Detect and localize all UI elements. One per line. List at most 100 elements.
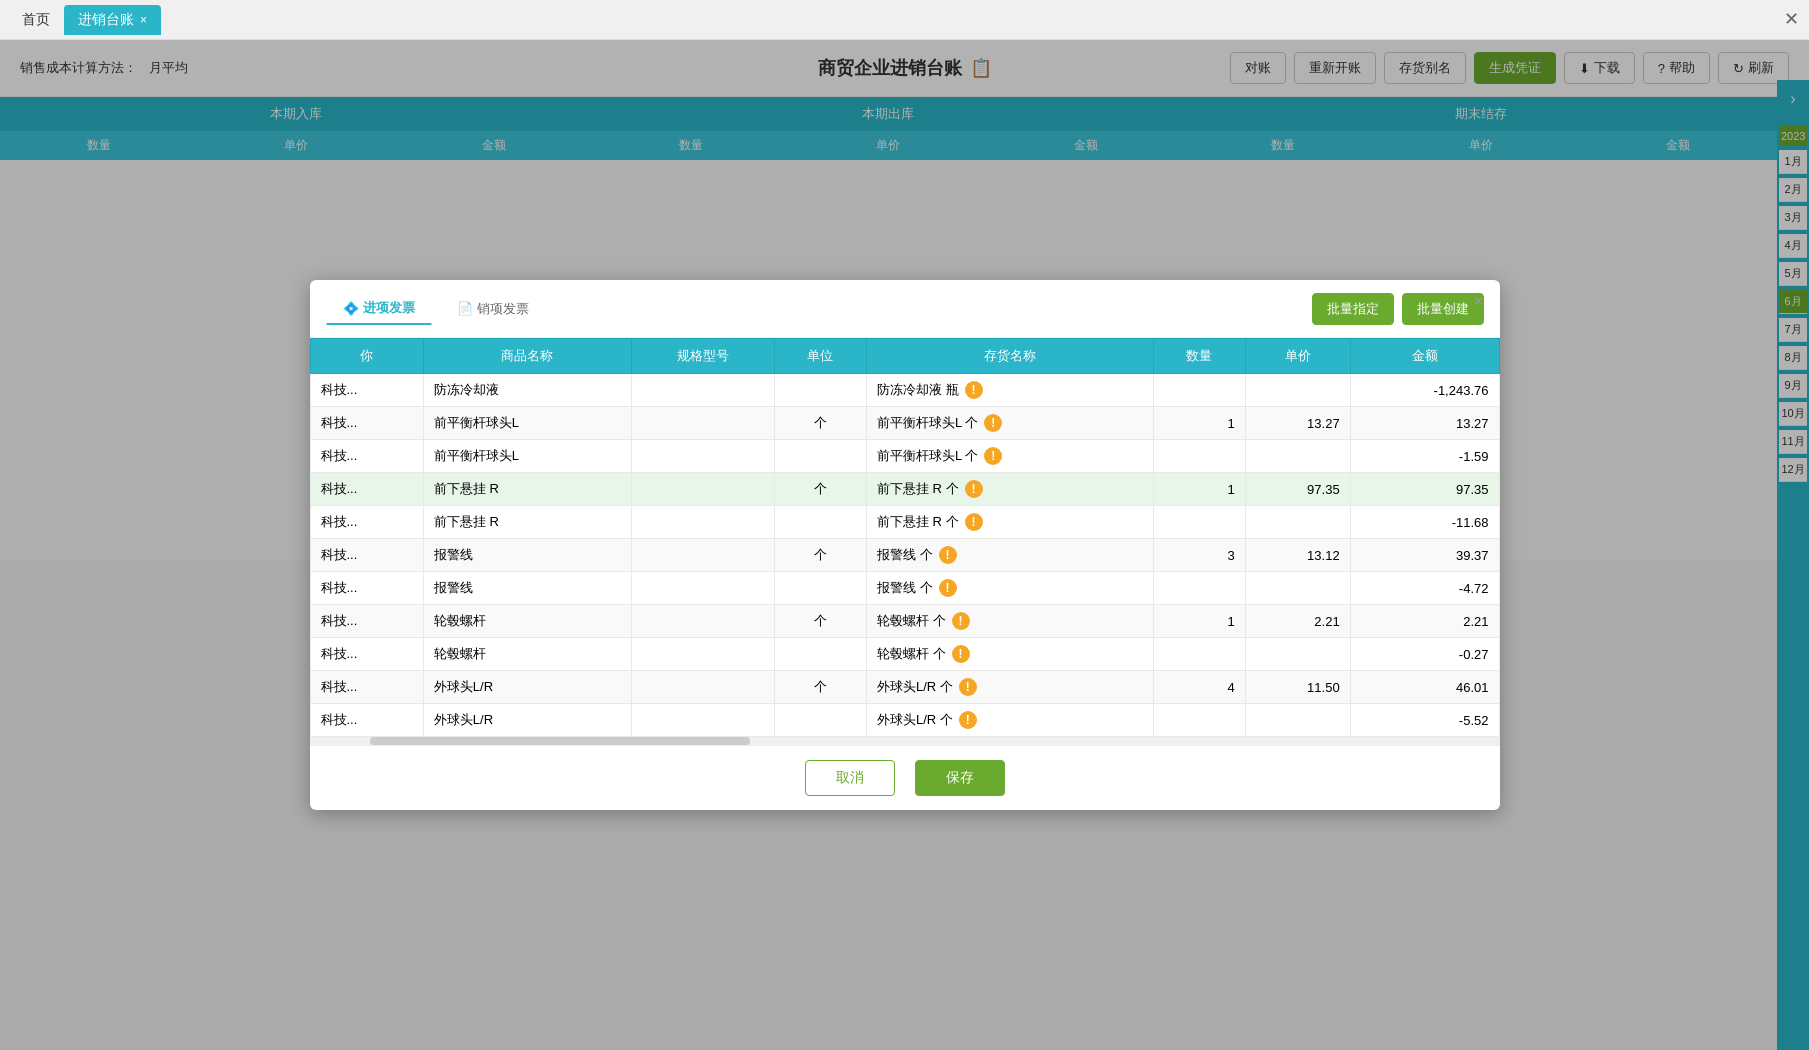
tab-in-invoice[interactable]: 💠 进项发票 — [326, 292, 432, 325]
table-row: 科技...前平衡杆球头L前平衡杆球头L 个!-1.59 — [310, 440, 1499, 473]
warning-icon: ! — [965, 513, 983, 531]
main-area: 销售成本计算方法： 月平均 商贸企业进销台账 📋 对账 重新开账 存货别名 生成… — [0, 40, 1809, 1050]
tab-close-icon[interactable]: × — [140, 13, 147, 27]
th-inventory-name: 存货名称 — [866, 339, 1153, 374]
warning-icon: ! — [984, 414, 1002, 432]
table-cell — [631, 572, 774, 605]
tab-home[interactable]: 首页 — [8, 5, 64, 35]
table-cell: 报警线 个! — [866, 572, 1153, 605]
window-close-button[interactable]: ✕ — [1784, 8, 1799, 30]
scrollbar-thumb[interactable] — [370, 737, 750, 745]
tab-out-invoice[interactable]: 📄 销项发票 — [440, 293, 546, 325]
tab-bar: 首页 进销台账 × ✕ — [0, 0, 1809, 40]
table-row: 科技...前下悬挂 R前下悬挂 R 个!-11.68 — [310, 506, 1499, 539]
table-row: 科技...报警线报警线 个!-4.72 — [310, 572, 1499, 605]
table-row: 科技...轮毂螺杆个轮毂螺杆 个!12.212.21 — [310, 605, 1499, 638]
tab-in-icon: 💠 — [343, 301, 359, 316]
table-cell: 科技... — [310, 440, 423, 473]
table-cell — [631, 440, 774, 473]
batch-assign-button[interactable]: 批量指定 — [1312, 293, 1394, 325]
tab-in-label: 进项发票 — [363, 299, 415, 317]
table-cell — [631, 539, 774, 572]
table-cell — [1245, 572, 1350, 605]
modal-header: 💠 进项发票 📄 销项发票 批量指定 批量创建 × — [310, 280, 1500, 338]
save-button[interactable]: 保存 — [915, 760, 1005, 796]
table-cell: 科技... — [310, 539, 423, 572]
th-company: 你 — [310, 339, 423, 374]
cancel-button[interactable]: 取消 — [805, 760, 895, 796]
modal-header-right: 批量指定 批量创建 — [1312, 293, 1484, 325]
tab-active[interactable]: 进销台账 × — [64, 5, 161, 35]
table-row: 科技...防冻冷却液 防冻冷却液 瓶! -1,243.76 — [310, 374, 1499, 407]
table-cell — [1153, 506, 1245, 539]
warning-icon: ! — [959, 711, 977, 729]
table-cell: 防冻冷却液 — [423, 374, 631, 407]
table-cell: 科技... — [310, 407, 423, 440]
table-cell — [774, 638, 866, 671]
table-cell: -1.59 — [1350, 440, 1499, 473]
modal-table-container: 你 商品名称 规格型号 单位 存货名称 数量 单价 金额 科技...防冻冷却液防… — [310, 338, 1500, 737]
table-cell: 科技... — [310, 473, 423, 506]
table-cell — [631, 473, 774, 506]
table-cell — [1153, 440, 1245, 473]
table-cell: 97.35 — [1350, 473, 1499, 506]
table-cell: 4 — [1153, 671, 1245, 704]
table-row: 科技...报警线个报警线 个!313.1239.37 — [310, 539, 1499, 572]
table-cell — [774, 506, 866, 539]
table-cell: 46.01 — [1350, 671, 1499, 704]
table-cell: -11.68 — [1350, 506, 1499, 539]
table-cell: -5.52 — [1350, 704, 1499, 737]
table-cell: 前平衡杆球头L — [423, 440, 631, 473]
modal-close-button[interactable]: × — [1473, 292, 1484, 310]
warning-icon: ! — [959, 678, 977, 696]
table-cell: 前下悬挂 R — [423, 506, 631, 539]
table-cell: 2.21 — [1245, 605, 1350, 638]
warning-icon: ! — [952, 645, 970, 663]
batch-create-button[interactable]: 批量创建 — [1402, 293, 1484, 325]
table-row: 科技...前下悬挂 R个前下悬挂 R 个!197.3597.35 — [310, 473, 1499, 506]
modal-footer: 取消 保存 — [310, 745, 1500, 810]
table-cell: 个 — [774, 407, 866, 440]
th-qty: 数量 — [1153, 339, 1245, 374]
table-cell: 个 — [774, 539, 866, 572]
table-cell: 报警线 — [423, 539, 631, 572]
table-row: 科技...前平衡杆球头L个前平衡杆球头L 个!113.2713.27 — [310, 407, 1499, 440]
th-unit-price: 单价 — [1245, 339, 1350, 374]
table-cell: 轮毂螺杆 个! — [866, 638, 1153, 671]
table-row: 科技...轮毂螺杆轮毂螺杆 个!-0.27 — [310, 638, 1499, 671]
table-cell: 13.27 — [1245, 407, 1350, 440]
table-cell: 外球头L/R — [423, 704, 631, 737]
table-cell: 97.35 — [1245, 473, 1350, 506]
table-cell — [631, 638, 774, 671]
warning-icon: ! — [984, 447, 1002, 465]
table-cell — [1245, 440, 1350, 473]
table-cell: 防冻冷却液 瓶! — [866, 374, 1153, 407]
tab-out-icon: 📄 — [457, 301, 473, 316]
modal-dialog: 💠 进项发票 📄 销项发票 批量指定 批量创建 × — [310, 280, 1500, 810]
horizontal-scrollbar[interactable] — [310, 737, 1500, 745]
table-cell — [1153, 374, 1245, 407]
table-cell: 科技... — [310, 506, 423, 539]
modal-overlay: 💠 进项发票 📄 销项发票 批量指定 批量创建 × — [0, 40, 1809, 1050]
table-cell: 3 — [1153, 539, 1245, 572]
table-cell: 科技... — [310, 605, 423, 638]
th-amount: 金额 — [1350, 339, 1499, 374]
table-cell: -1,243.76 — [1350, 374, 1499, 407]
table-row: 科技...外球头L/R外球头L/R 个!-5.52 — [310, 704, 1499, 737]
warning-icon: ! — [965, 480, 983, 498]
modal-table: 你 商品名称 规格型号 单位 存货名称 数量 单价 金额 科技...防冻冷却液防… — [310, 338, 1500, 737]
table-cell: 报警线 个! — [866, 539, 1153, 572]
table-cell: 13.12 — [1245, 539, 1350, 572]
table-cell: 科技... — [310, 572, 423, 605]
warning-icon: ! — [939, 546, 957, 564]
table-cell: 轮毂螺杆 — [423, 638, 631, 671]
table-cell: 科技... — [310, 374, 423, 407]
table-cell — [1153, 704, 1245, 737]
table-cell: 1 — [1153, 605, 1245, 638]
table-cell — [774, 572, 866, 605]
tab-active-label: 进销台账 — [78, 11, 134, 29]
table-cell: 前下悬挂 R 个! — [866, 473, 1153, 506]
table-cell: 个 — [774, 671, 866, 704]
table-cell — [631, 407, 774, 440]
table-cell — [631, 374, 774, 407]
